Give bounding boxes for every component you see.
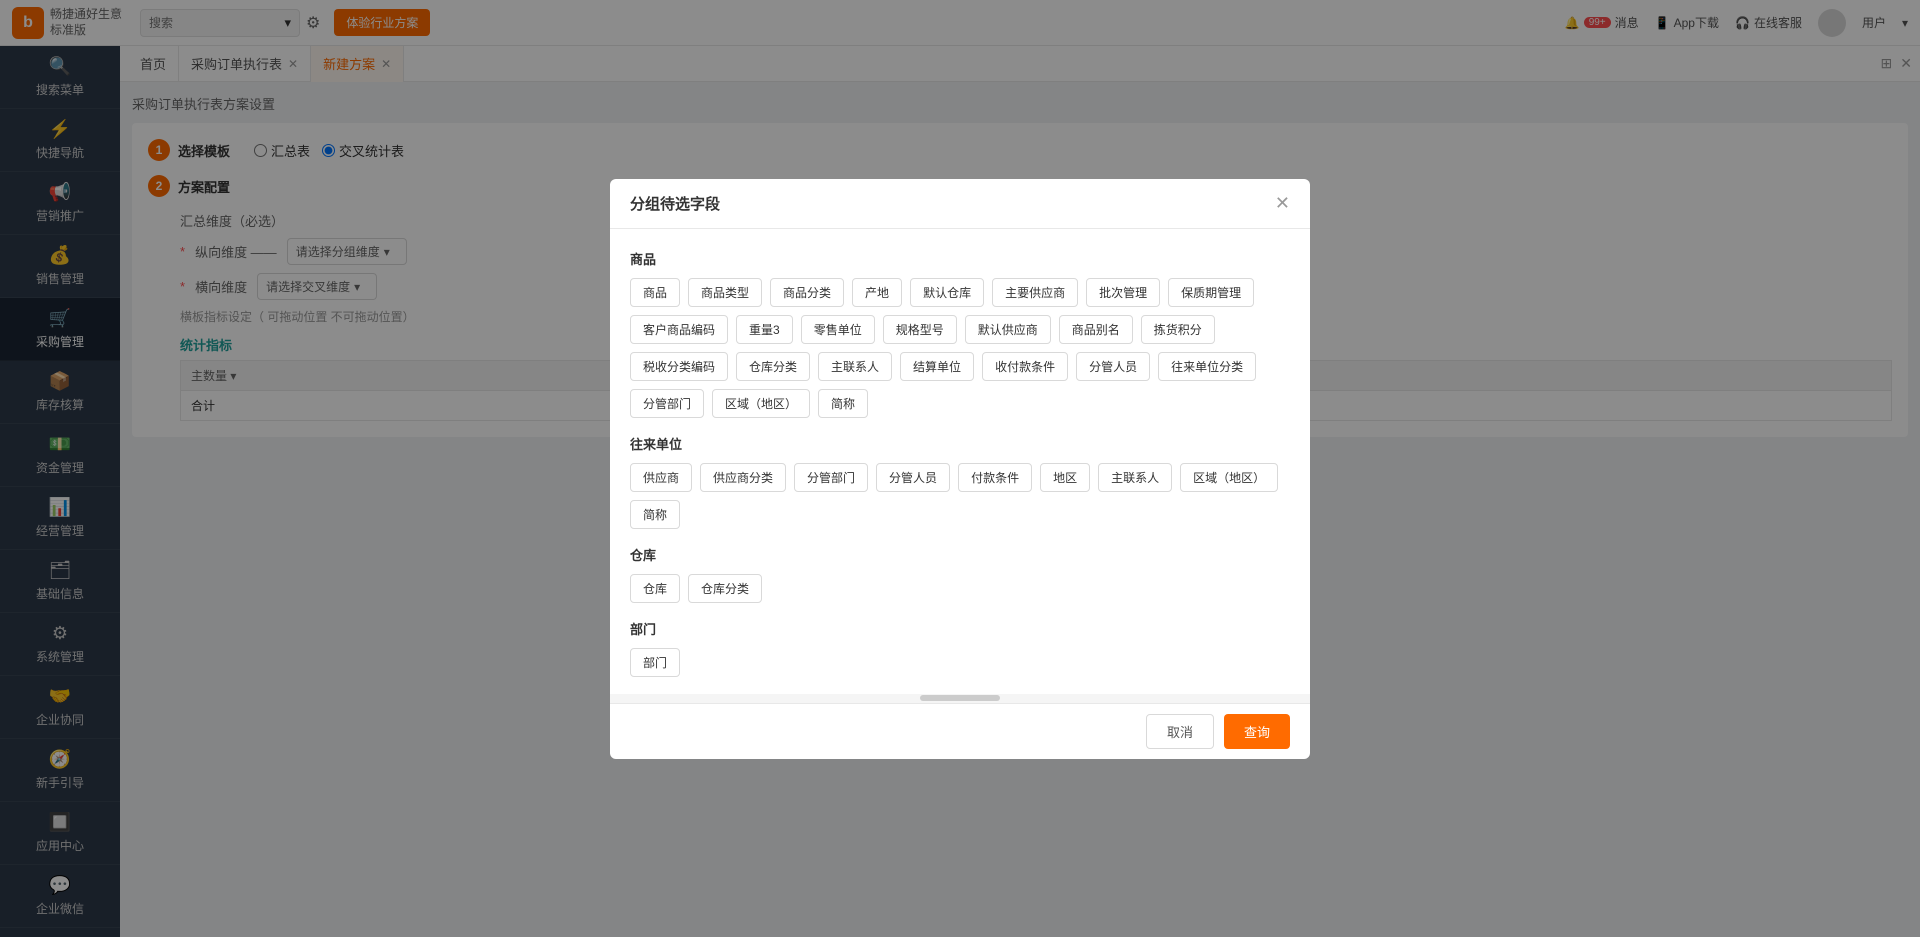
field-tag-abbreviation[interactable]: 简称 xyxy=(818,389,868,418)
section-title-warehouse: 仓库 xyxy=(630,545,1290,564)
field-tag-goods-alias[interactable]: 商品别名 xyxy=(1059,315,1133,344)
field-tag-settlement-unit[interactable]: 结算单位 xyxy=(900,352,974,381)
field-tag-warehouse-cat[interactable]: 仓库分类 xyxy=(736,352,810,381)
field-tag-goods-category[interactable]: 商品分类 xyxy=(770,278,844,307)
field-tag-supplier[interactable]: 供应商 xyxy=(630,463,692,492)
field-tag-dept[interactable]: 分管部门 xyxy=(794,463,868,492)
field-tag-pick-points[interactable]: 拣货积分 xyxy=(1141,315,1215,344)
modal-body[interactable]: 商品 商品 商品类型 商品分类 产地 默认仓库 主要供应商 批次管理 保质期管理… xyxy=(610,229,1310,695)
field-tag-goods-type[interactable]: 商品类型 xyxy=(688,278,762,307)
field-tag-batch-mgmt[interactable]: 批次管理 xyxy=(1086,278,1160,307)
section-title-goods: 商品 xyxy=(630,249,1290,268)
field-tag-weight3[interactable]: 重量3 xyxy=(736,315,793,344)
field-tag-tax-code[interactable]: 税收分类编码 xyxy=(630,352,728,381)
field-tag-person[interactable]: 分管人员 xyxy=(876,463,950,492)
field-tag-goods[interactable]: 商品 xyxy=(630,278,680,307)
confirm-button[interactable]: 查询 xyxy=(1224,714,1290,749)
field-tag-supplier-cat[interactable]: 供应商分类 xyxy=(700,463,786,492)
field-tag-spec[interactable]: 规格型号 xyxy=(883,315,957,344)
modal-footer: 取消 查询 xyxy=(610,703,1310,759)
field-tag-dept2[interactable]: 部门 xyxy=(630,648,680,677)
field-tag-supervisor[interactable]: 分管人员 xyxy=(1076,352,1150,381)
field-tag-customer-code[interactable]: 客户商品编码 xyxy=(630,315,728,344)
field-tag-counterpart-cat[interactable]: 往来单位分类 xyxy=(1158,352,1256,381)
field-tag-default-supplier[interactable]: 默认供应商 xyxy=(965,315,1051,344)
modal-h-scrollbar[interactable] xyxy=(610,694,1310,702)
field-tag-warehouse[interactable]: 仓库 xyxy=(630,574,680,603)
field-tag-area[interactable]: 地区 xyxy=(1040,463,1090,492)
field-tag-warehouse-cat2[interactable]: 仓库分类 xyxy=(688,574,762,603)
field-tag-payment-terms[interactable]: 收付款条件 xyxy=(982,352,1068,381)
field-tag-default-warehouse[interactable]: 默认仓库 xyxy=(910,278,984,307)
field-select-modal: 分组待选字段 ✕ 商品 商品 商品类型 商品分类 产地 默认仓库 主要供应商 批… xyxy=(610,179,1310,759)
field-tag-shelf-life[interactable]: 保质期管理 xyxy=(1168,278,1254,307)
fields-grid-goods: 商品 商品类型 商品分类 产地 默认仓库 主要供应商 批次管理 保质期管理 客户… xyxy=(630,278,1290,418)
cancel-button[interactable]: 取消 xyxy=(1146,714,1214,749)
modal-overlay: 分组待选字段 ✕ 商品 商品 商品类型 商品分类 产地 默认仓库 主要供应商 批… xyxy=(0,0,1920,937)
modal-title: 分组待选字段 xyxy=(630,193,720,214)
field-tag-origin[interactable]: 产地 xyxy=(852,278,902,307)
field-tag-main-supplier[interactable]: 主要供应商 xyxy=(992,278,1078,307)
fields-grid-warehouse: 仓库 仓库分类 xyxy=(630,574,1290,603)
modal-close-btn[interactable]: ✕ xyxy=(1275,193,1290,214)
fields-grid-dept: 部门 xyxy=(630,648,1290,677)
field-tag-main-contact[interactable]: 主联系人 xyxy=(818,352,892,381)
field-tag-retail-unit[interactable]: 零售单位 xyxy=(801,315,875,344)
section-title-counterpart: 往来单位 xyxy=(630,434,1290,453)
field-tag-region[interactable]: 区域（地区） xyxy=(712,389,810,418)
field-tag-dept-mgmt[interactable]: 分管部门 xyxy=(630,389,704,418)
fields-grid-counterpart: 供应商 供应商分类 分管部门 分管人员 付款条件 地区 主联系人 区域（地区） … xyxy=(630,463,1290,529)
field-tag-pay-cond[interactable]: 付款条件 xyxy=(958,463,1032,492)
field-tag-main-contact2[interactable]: 主联系人 xyxy=(1098,463,1172,492)
field-tag-region2[interactable]: 区域（地区） xyxy=(1180,463,1278,492)
section-title-dept: 部门 xyxy=(630,619,1290,638)
modal-header: 分组待选字段 ✕ xyxy=(610,179,1310,229)
h-scrollbar-thumb xyxy=(920,695,1000,701)
field-tag-short2[interactable]: 简称 xyxy=(630,500,680,529)
